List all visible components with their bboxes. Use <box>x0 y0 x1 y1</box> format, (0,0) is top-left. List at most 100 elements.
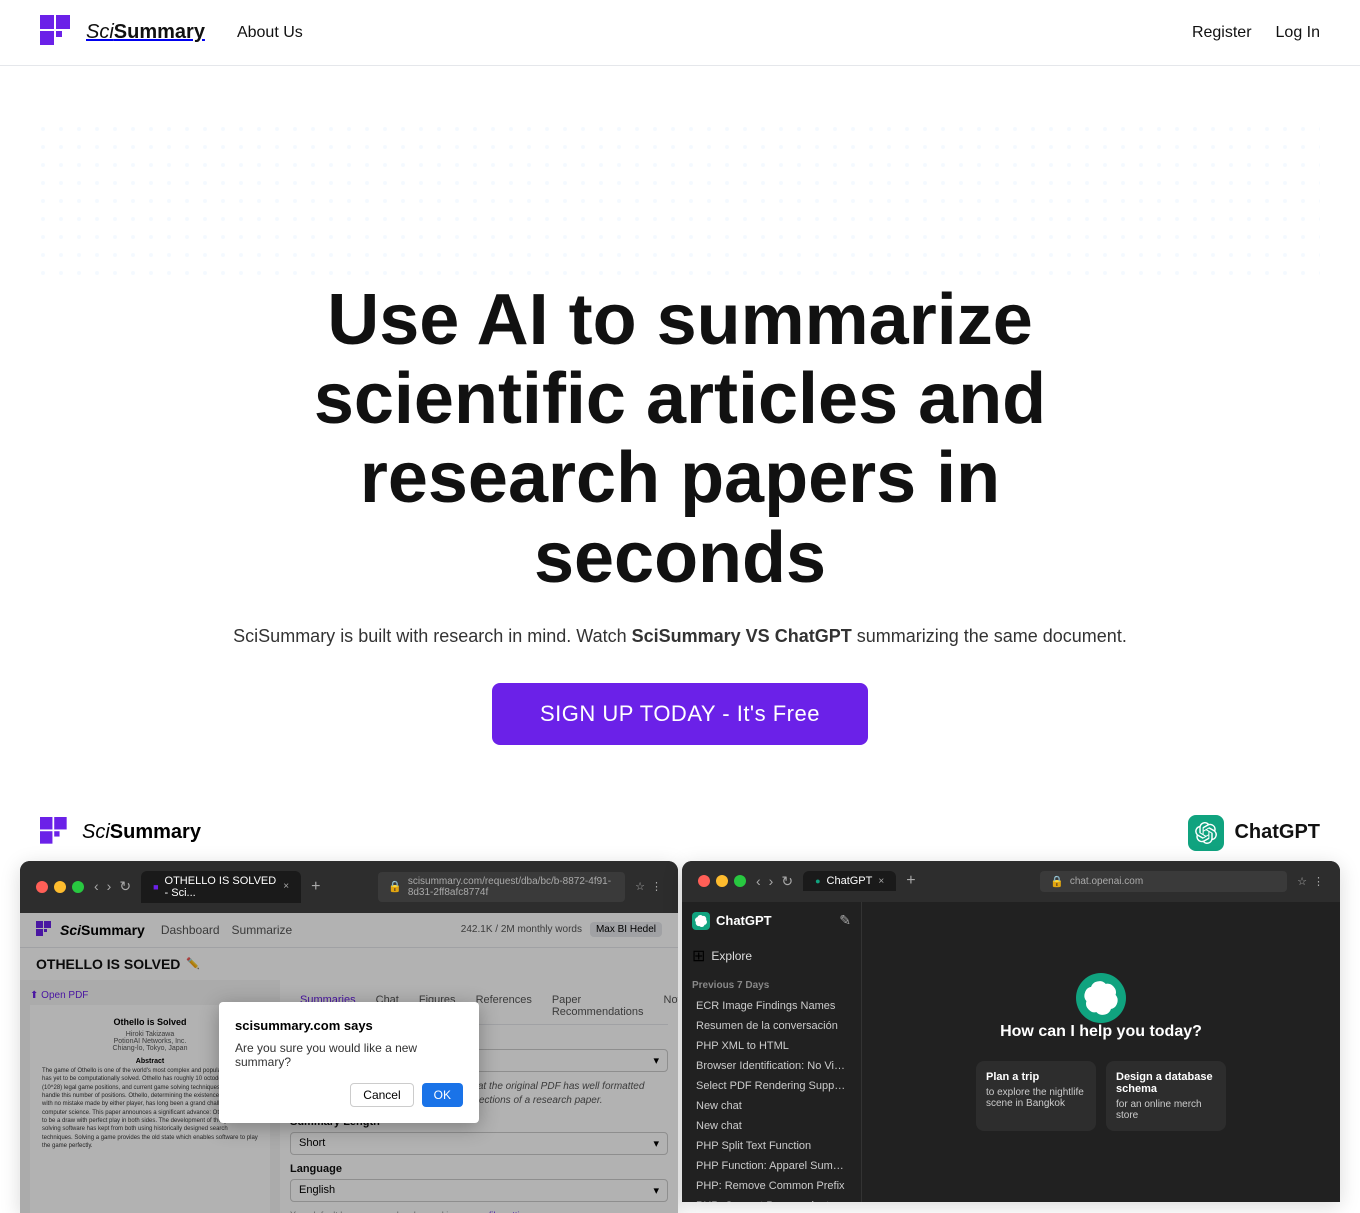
chatgpt-tab-bar: ● ChatGPT × + <box>803 871 1030 891</box>
sci-reload-btn[interactable]: ↻ <box>119 878 131 895</box>
signup-free: It's Free <box>737 701 820 726</box>
chatgpt-card1-title: Plan a trip <box>986 1071 1086 1083</box>
chatgpt-new-tab-btn[interactable]: + <box>900 872 921 890</box>
chatgpt-browser-bar: ‹ › ↻ ● ChatGPT × + 🔒 chat.openai.com ☆ … <box>682 861 1340 902</box>
chatgpt-back-btn[interactable]: ‹ <box>756 873 761 890</box>
chatgpt-main-prompt: How can I help you today? <box>1000 1023 1202 1041</box>
sci-modal: scisummary.com says Are you sure you wou… <box>219 1002 479 1123</box>
chatgpt-sidebar-header: ChatGPT ✎ <box>692 912 851 930</box>
chatgpt-history-item-10[interactable]: PHP: Convert Paragraphs to St... <box>692 1197 851 1202</box>
sci-nav-btns: ‹ › ↻ <box>94 878 131 895</box>
scisummary-brand: SciSummary <box>40 817 201 849</box>
sci-modal-buttons: Cancel OK <box>235 1083 463 1107</box>
chatgpt-explore-icon: ⊞ <box>692 946 705 966</box>
signup-button[interactable]: SIGN UP TODAY - It's Free <box>492 683 868 745</box>
chatgpt-new-chat-icon[interactable]: ✎ <box>839 912 851 929</box>
sci-modal-title: scisummary.com says <box>235 1018 463 1033</box>
sci-active-tab[interactable]: ■ OTHELLO IS SOLVED - Sci... × <box>141 871 301 903</box>
traffic-light-yellow[interactable] <box>54 881 66 893</box>
sci-back-btn[interactable]: ‹ <box>94 878 99 895</box>
chatgpt-sidebar-logo <box>692 912 710 930</box>
chatgpt-explore-label: Explore <box>711 949 752 963</box>
traffic-light-green[interactable] <box>72 881 84 893</box>
chatgpt-history-item-3[interactable]: Browser Identification: No Visu... <box>692 1057 851 1075</box>
sci-browser-actions: ☆ ⋮ <box>635 880 662 893</box>
chatgpt-brand-name: ChatGPT <box>1234 821 1320 844</box>
chatgpt-tab-label: ChatGPT <box>827 875 873 887</box>
sci-modal-text: Are you sure you would like a new summar… <box>235 1041 463 1069</box>
logo-icon <box>40 15 76 51</box>
sci-modal-ok-btn[interactable]: OK <box>422 1083 463 1107</box>
register-button[interactable]: Register <box>1192 24 1252 42</box>
hero-section: Use AI to summarize scientific articles … <box>0 66 1360 795</box>
login-button[interactable]: Log In <box>1276 24 1320 42</box>
sci-new-tab-btn[interactable]: + <box>305 878 326 896</box>
chatgpt-card2-title: Design a database schema <box>1116 1071 1216 1095</box>
sci-star-btn[interactable]: ☆ <box>635 880 645 893</box>
chatgpt-card-1[interactable]: Plan a trip to explore the nightlife sce… <box>976 1061 1096 1131</box>
chatgpt-star-btn[interactable]: ☆ <box>1297 875 1307 888</box>
chatgpt-prev7-label: Previous 7 Days <box>692 980 851 991</box>
chatgpt-card2-text: for an online merch store <box>1116 1099 1216 1121</box>
chatgpt-history-item-8[interactable]: PHP Function: Apparel Sums... <box>692 1157 851 1175</box>
browsers-container: ‹ › ↻ ■ OTHELLO IS SOLVED - Sci... × + 🔒… <box>0 861 1360 1213</box>
chatgpt-suggestion-cards: Plan a trip to explore the nightlife sce… <box>976 1061 1226 1131</box>
sci-modal-overlay[interactable]: scisummary.com says Are you sure you wou… <box>20 913 678 1213</box>
chatgpt-reload-btn[interactable]: ↻ <box>781 873 793 890</box>
chatgpt-url-bar[interactable]: 🔒 chat.openai.com <box>1040 871 1287 892</box>
chatgpt-card-2[interactable]: Design a database schema for an online m… <box>1106 1061 1226 1131</box>
chatgpt-forward-btn[interactable]: › <box>769 873 774 890</box>
chatgpt-history-item-5[interactable]: New chat <box>692 1097 851 1115</box>
signup-dash: - <box>716 701 737 726</box>
chatgpt-history-item-7[interactable]: PHP Split Text Function <box>692 1137 851 1155</box>
chatgpt-tab-close[interactable]: × <box>878 876 884 887</box>
chatgpt-history-item-1[interactable]: Resumen de la conversación <box>692 1017 851 1035</box>
chatgpt-history-item-9[interactable]: PHP: Remove Common Prefix <box>692 1177 851 1195</box>
nav-left: SciSummary About Us <box>40 15 303 51</box>
sci-content: SciSummary Dashboard Summarize 242.1K / … <box>20 913 678 1213</box>
chatgpt-traffic-light-green[interactable] <box>734 875 746 887</box>
chatgpt-sidebar-title: ChatGPT <box>692 912 772 930</box>
sci-url-text: scisummary.com/request/dba/bc/b-8872-4f9… <box>408 876 615 898</box>
chatgpt-main-icon <box>1076 973 1126 1023</box>
chatgpt-lock-icon: 🔒 <box>1050 875 1064 888</box>
chatgpt-history-item-4[interactable]: Select PDF Rendering Support: <box>692 1077 851 1095</box>
chatgpt-brand: ChatGPT <box>1188 815 1320 851</box>
chatgpt-url-text: chat.openai.com <box>1070 876 1143 887</box>
chatgpt-traffic-lights <box>698 875 746 887</box>
chatgpt-explore-item[interactable]: ⊞ Explore <box>692 942 851 970</box>
sci-menu-btn[interactable]: ⋮ <box>651 880 662 893</box>
sci-forward-btn[interactable]: › <box>107 878 112 895</box>
chatgpt-history-item-6[interactable]: New chat <box>692 1117 851 1135</box>
chatgpt-card1-text: to explore the nightlife scene in Bangko… <box>986 1087 1086 1109</box>
chatgpt-logo-icon <box>1188 815 1224 851</box>
signup-label: SIGN UP TODAY <box>540 701 716 726</box>
sci-tab-favicon: ■ <box>153 882 158 892</box>
sci-url-bar[interactable]: 🔒 scisummary.com/request/dba/bc/b-8872-4… <box>378 872 625 902</box>
hero-subtext: SciSummary is built with research in min… <box>40 626 1320 647</box>
chatgpt-menu-btn[interactable]: ⋮ <box>1313 875 1324 888</box>
sci-browser-bar: ‹ › ↻ ■ OTHELLO IS SOLVED - Sci... × + 🔒… <box>20 861 678 913</box>
sci-tab-label: OTHELLO IS SOLVED - Sci... <box>165 875 278 899</box>
sci-tab-bar: ■ OTHELLO IS SOLVED - Sci... × + <box>141 871 368 903</box>
chatgpt-active-tab[interactable]: ● ChatGPT × <box>803 871 896 891</box>
chatgpt-traffic-light-yellow[interactable] <box>716 875 728 887</box>
sci-tab-close[interactable]: × <box>283 881 289 892</box>
scisummary-logo-icon <box>40 817 72 849</box>
sci-modal-cancel-btn[interactable]: Cancel <box>350 1083 413 1107</box>
chatgpt-traffic-light-red[interactable] <box>698 875 710 887</box>
sci-traffic-lights <box>36 881 84 893</box>
hero-headline: Use AI to summarize scientific articles … <box>230 281 1130 598</box>
comparison-header: SciSummary ChatGPT <box>0 795 1360 861</box>
logo[interactable]: SciSummary <box>40 15 205 51</box>
chatgpt-history-item-0[interactable]: ECR Image Findings Names <box>692 997 851 1015</box>
chatgpt-browser: ‹ › ↻ ● ChatGPT × + 🔒 chat.openai.com ☆ … <box>682 861 1340 1202</box>
nav-about-link[interactable]: About Us <box>237 24 303 42</box>
chatgpt-history-item-2[interactable]: PHP XML to HTML <box>692 1037 851 1055</box>
scisummary-browser: ‹ › ↻ ■ OTHELLO IS SOLVED - Sci... × + 🔒… <box>20 861 678 1213</box>
traffic-light-red[interactable] <box>36 881 48 893</box>
chatgpt-nav-btns: ‹ › ↻ <box>756 873 793 890</box>
chatgpt-content: ChatGPT ✎ ⊞ Explore Previous 7 Days ECR … <box>682 902 1340 1202</box>
sci-lock-icon: 🔒 <box>388 880 402 893</box>
chatgpt-tab-favicon: ● <box>815 876 820 886</box>
